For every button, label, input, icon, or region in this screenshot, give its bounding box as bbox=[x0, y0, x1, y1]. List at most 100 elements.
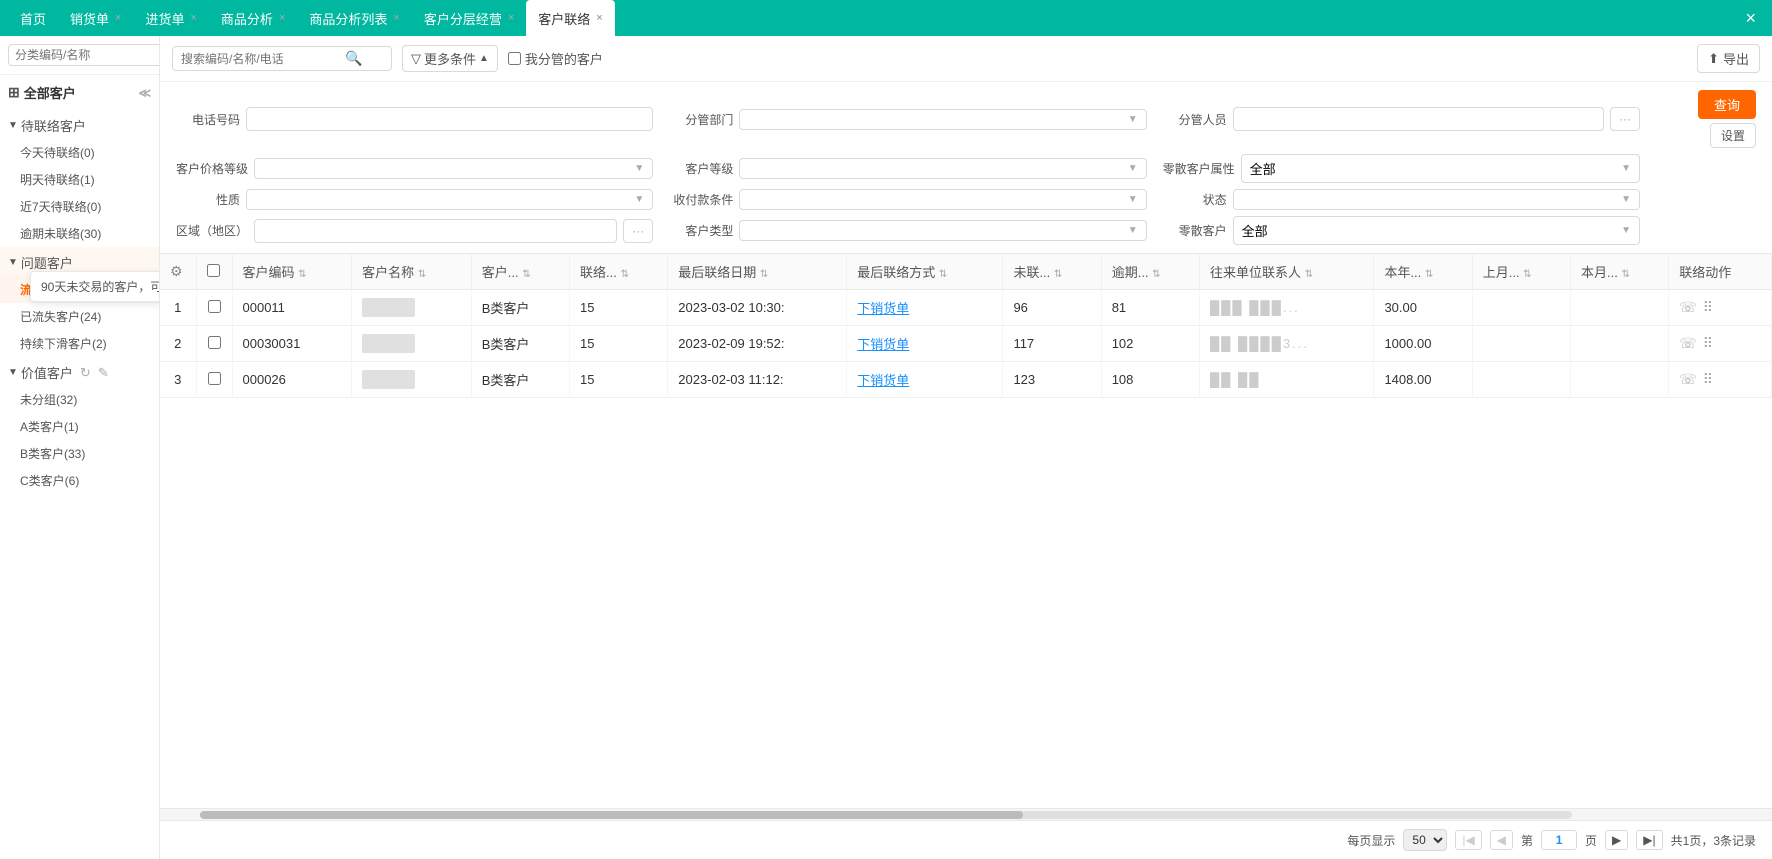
cell-last-method-2[interactable]: 下销货单 bbox=[847, 362, 1003, 398]
tab-product-list-close[interactable]: × bbox=[393, 12, 399, 24]
tab-sales-close[interactable]: × bbox=[115, 12, 121, 24]
select-all-checkbox[interactable] bbox=[207, 264, 220, 277]
col-last-date-sort[interactable]: ⇅ bbox=[760, 269, 768, 280]
action-phone-icon-0[interactable]: ☏ bbox=[1679, 299, 1697, 316]
tab-product-list[interactable]: 商品分析列表 × bbox=[297, 0, 411, 36]
tab-purchase[interactable]: 进货单 × bbox=[133, 0, 208, 36]
sidebar-root[interactable]: ⊞ 全部客户 ≪ bbox=[0, 75, 159, 110]
refresh-icon[interactable]: ↻ bbox=[80, 365, 91, 381]
scrollbar-thumb[interactable] bbox=[200, 811, 1023, 819]
cell-checkbox-1[interactable] bbox=[196, 326, 232, 362]
action-more-icon-2[interactable]: ⠿ bbox=[1703, 371, 1713, 388]
region-more-btn[interactable]: ··· bbox=[623, 219, 653, 243]
tab-purchase-close[interactable]: × bbox=[190, 12, 196, 24]
filter-more-conditions[interactable]: ▽ 更多条件 ▲ bbox=[402, 45, 498, 72]
col-this-year-sort[interactable]: ⇅ bbox=[1425, 269, 1433, 280]
action-phone-icon-1[interactable]: ☏ bbox=[1679, 335, 1697, 352]
page-number-input[interactable] bbox=[1541, 830, 1577, 850]
section-value-customer[interactable]: ▼ 价值客户 ↻ ✎ bbox=[0, 357, 159, 386]
query-button[interactable]: 查询 bbox=[1698, 90, 1756, 119]
sidebar-item-c-class[interactable]: C类客户(6) bbox=[0, 467, 159, 494]
last-page-button[interactable]: ▶| bbox=[1636, 830, 1662, 850]
per-page-select[interactable]: 50 bbox=[1403, 829, 1447, 851]
horizontal-scrollbar[interactable] bbox=[160, 808, 1772, 820]
next-page-button[interactable]: ▶ bbox=[1605, 830, 1628, 850]
last-method-link-0[interactable]: 下销货单 bbox=[857, 301, 909, 316]
col-last-method-sort[interactable]: ⇅ bbox=[939, 269, 947, 280]
field-payment-select[interactable]: ▼ bbox=[739, 189, 1146, 210]
tab-sales[interactable]: 销货单 × bbox=[58, 0, 133, 36]
last-method-link-1[interactable]: 下销货单 bbox=[857, 337, 909, 352]
filter-search-input[interactable] bbox=[181, 52, 341, 66]
table-settings-icon[interactable]: ⚙ bbox=[170, 263, 183, 279]
field-manager-input[interactable] bbox=[1233, 107, 1604, 131]
action-more-icon-1[interactable]: ⠿ bbox=[1703, 335, 1713, 352]
filter-search-box[interactable]: 🔍 bbox=[172, 46, 392, 71]
retail-attr-down-icon: ▼ bbox=[1621, 163, 1631, 174]
field-status: 状态 ▼ bbox=[1163, 189, 1640, 210]
sidebar-item-declining[interactable]: 持续下滑客户(2) bbox=[0, 330, 159, 357]
field-customer-level-select[interactable]: ▼ bbox=[739, 158, 1146, 179]
field-price-level-select[interactable]: ▼ bbox=[254, 158, 653, 179]
settings-button[interactable]: 设置 bbox=[1710, 123, 1756, 148]
col-code-sort[interactable]: ⇅ bbox=[298, 269, 306, 280]
filter-search-icon[interactable]: 🔍 bbox=[345, 50, 362, 67]
tab-customer-contact-close[interactable]: × bbox=[596, 12, 602, 24]
col-code: 客户编码 ⇅ bbox=[232, 254, 352, 290]
col-uncontact-sort[interactable]: ⇅ bbox=[1054, 269, 1062, 280]
first-page-button[interactable]: |◀ bbox=[1455, 830, 1481, 850]
row-checkbox-0[interactable] bbox=[208, 300, 221, 313]
cell-last-method-1[interactable]: 下销货单 bbox=[847, 326, 1003, 362]
edit-icon[interactable]: ✎ bbox=[98, 365, 109, 381]
action-more-icon-0[interactable]: ⠿ bbox=[1703, 299, 1713, 316]
sidebar-item-a-class[interactable]: A类客户(1) bbox=[0, 413, 159, 440]
row-checkbox-2[interactable] bbox=[208, 372, 221, 385]
col-settings[interactable]: ⚙ bbox=[160, 254, 196, 290]
col-type-sort[interactable]: ⇅ bbox=[522, 269, 530, 280]
prev-page-button[interactable]: ◀ bbox=[1490, 830, 1513, 850]
field-gender-select[interactable]: ▼ bbox=[246, 189, 653, 210]
action-phone-icon-2[interactable]: ☏ bbox=[1679, 371, 1697, 388]
tab-product-analysis-close[interactable]: × bbox=[279, 12, 285, 24]
sidebar-search-input[interactable] bbox=[8, 44, 160, 66]
tab-home[interactable]: 首页 bbox=[8, 0, 58, 36]
cell-checkbox-2[interactable] bbox=[196, 362, 232, 398]
col-contact-sort[interactable]: ⇅ bbox=[620, 269, 628, 280]
col-last-month-sort[interactable]: ⇅ bbox=[1523, 269, 1531, 280]
col-overdue-sort[interactable]: ⇅ bbox=[1152, 269, 1160, 280]
last-method-link-2[interactable]: 下销货单 bbox=[857, 373, 909, 388]
tab-product-analysis[interactable]: 商品分析 × bbox=[209, 0, 297, 36]
row-checkbox-1[interactable] bbox=[208, 336, 221, 349]
sidebar-item-today[interactable]: 今天待联络(0) bbox=[0, 139, 159, 166]
sidebar-item-tomorrow[interactable]: 明天待联络(1) bbox=[0, 166, 159, 193]
my-customers-checkbox[interactable] bbox=[508, 52, 521, 65]
field-customer-type-select[interactable]: ▼ bbox=[739, 220, 1146, 241]
sidebar-item-churned[interactable]: 已流失客户(24) bbox=[0, 303, 159, 330]
right-actions-top: 查询 设置 bbox=[1656, 90, 1756, 148]
window-close-button[interactable]: × bbox=[1737, 8, 1764, 29]
field-status-select[interactable]: ▼ bbox=[1233, 189, 1640, 210]
tab-customer-tier-close[interactable]: × bbox=[508, 12, 514, 24]
export-button[interactable]: ⬆ 导出 bbox=[1697, 44, 1760, 73]
field-retail-customer-select[interactable]: 全部 ▼ bbox=[1233, 216, 1640, 245]
manager-more-btn[interactable]: ··· bbox=[1610, 107, 1640, 131]
field-retail-attr-select[interactable]: 全部 ▼ bbox=[1241, 154, 1640, 183]
collapse-icon[interactable]: ≪ bbox=[138, 86, 151, 100]
cell-last-method-0[interactable]: 下销货单 bbox=[847, 290, 1003, 326]
sidebar-item-overdue[interactable]: 逾期未联络(30) bbox=[0, 220, 159, 247]
sidebar-item-week[interactable]: 近7天待联络(0) bbox=[0, 193, 159, 220]
col-name-sort[interactable]: ⇅ bbox=[418, 269, 426, 280]
tab-customer-contact[interactable]: 客户联络 × bbox=[526, 0, 614, 36]
field-region-input[interactable] bbox=[254, 219, 617, 243]
tab-customer-tier[interactable]: 客户分层经营 × bbox=[412, 0, 526, 36]
sidebar-item-ungroup[interactable]: 未分组(32) bbox=[0, 386, 159, 413]
field-phone-input[interactable] bbox=[246, 107, 653, 131]
section-pending-contact[interactable]: ▼ 待联络客户 bbox=[0, 110, 159, 139]
sidebar-item-b-class[interactable]: B类客户(33) bbox=[0, 440, 159, 467]
col-contact-person-sort[interactable]: ⇅ bbox=[1305, 269, 1313, 280]
cell-checkbox-0[interactable] bbox=[196, 290, 232, 326]
col-checkbox[interactable] bbox=[196, 254, 232, 290]
filter-my-customers[interactable]: 我分管的客户 bbox=[508, 49, 603, 68]
col-this-month-sort[interactable]: ⇅ bbox=[1621, 269, 1629, 280]
field-dept-select[interactable]: ▼ bbox=[739, 109, 1146, 130]
